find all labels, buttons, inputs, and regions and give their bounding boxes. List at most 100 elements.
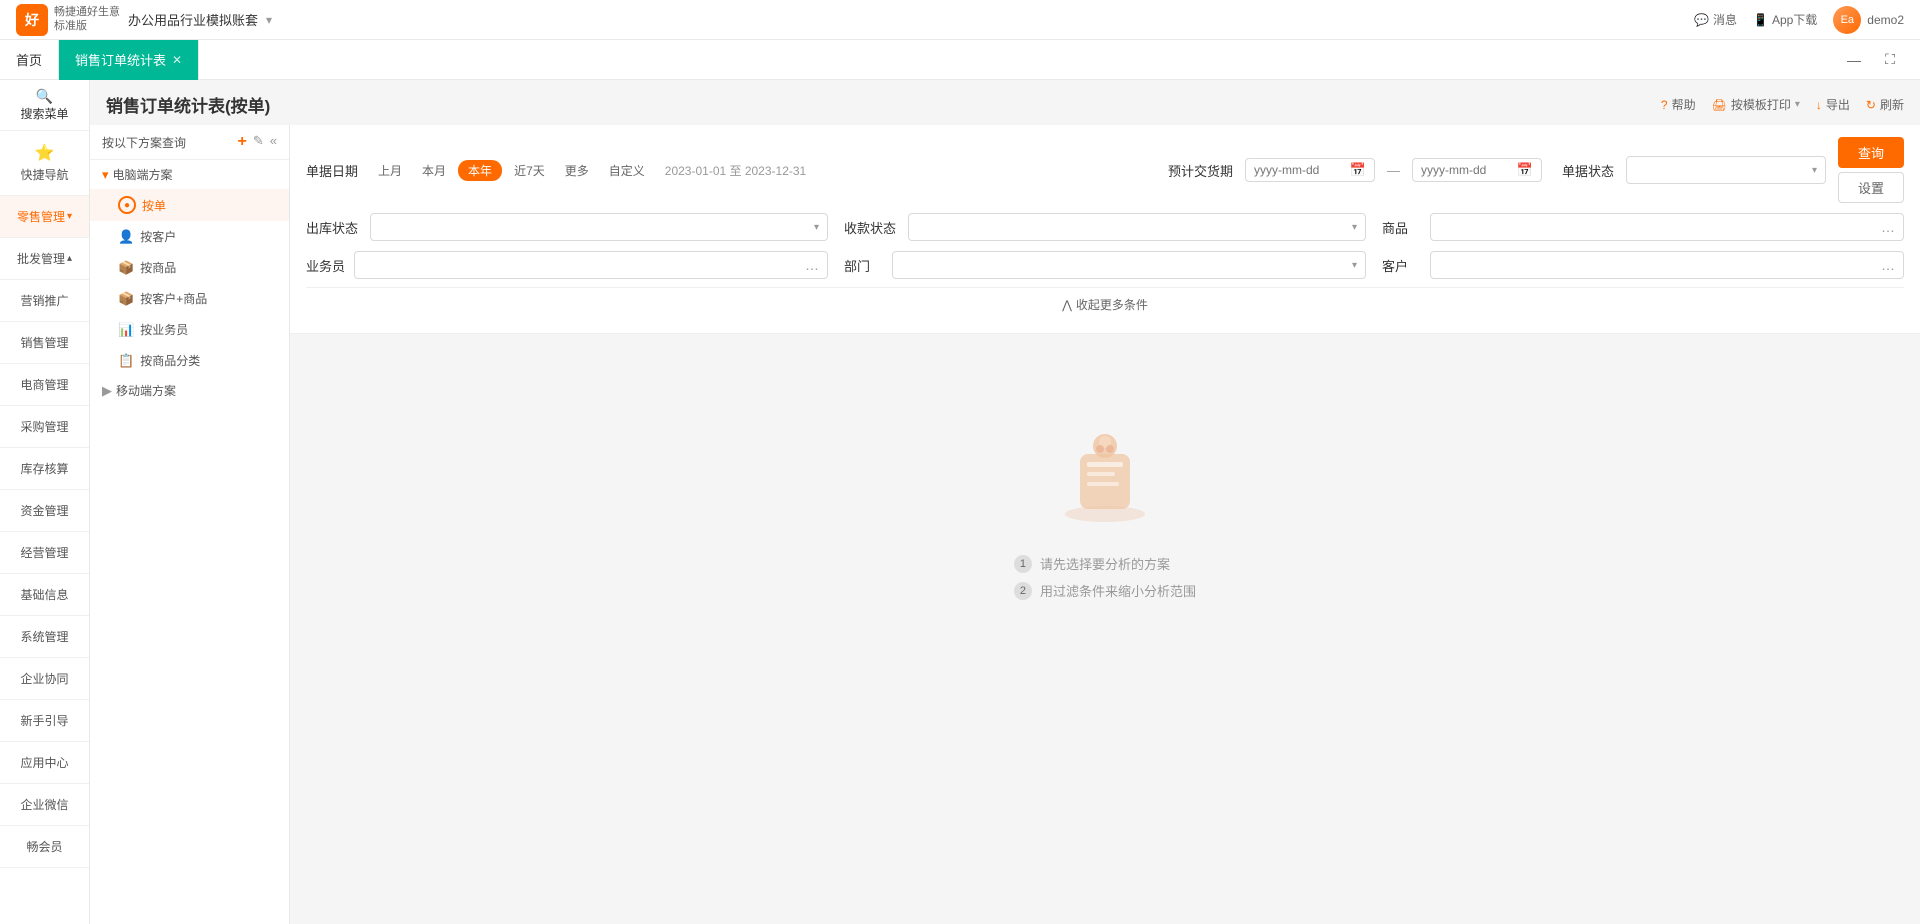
sidebar-item-retail[interactable]: 零售管理 ▾ xyxy=(0,196,89,238)
department-filter: 部门 ▾ xyxy=(844,251,1366,279)
ship-status-select[interactable]: ▾ xyxy=(370,213,828,241)
window-maximize-button[interactable]: ⛶ xyxy=(1876,46,1904,74)
export-button[interactable]: ↓ 导出 xyxy=(1816,96,1850,113)
desktop-group-label: 电脑端方案 xyxy=(113,166,173,183)
department-select[interactable]: ▾ xyxy=(892,251,1366,279)
customer-input[interactable]: … xyxy=(1430,251,1904,279)
query-button[interactable]: 查询 xyxy=(1838,137,1904,168)
add-scheme-button[interactable]: + xyxy=(238,133,247,151)
expected-date-start-input[interactable]: 📅 xyxy=(1245,158,1375,182)
salesperson-label: 业务员 xyxy=(306,256,346,275)
logo-icon: 好 xyxy=(16,4,48,36)
sidebar-item-app-center[interactable]: 应用中心 xyxy=(0,742,89,784)
sidebar-item-enterprise[interactable]: 企业协同 xyxy=(0,658,89,700)
sidebar-item-wechat[interactable]: 企业微信 xyxy=(0,784,89,826)
sidebar-item-wholesale[interactable]: 批发管理 ▴ xyxy=(0,238,89,280)
topbar-left: 好 畅捷通好生意 标准版 办公用品行业模拟账套 ▾ xyxy=(16,4,272,36)
expected-date-start-field[interactable] xyxy=(1254,163,1346,177)
logo-area: 好 畅捷通好生意 标准版 xyxy=(16,4,120,36)
sidebar-item-purchase[interactable]: 采购管理 xyxy=(0,406,89,448)
customer-dots-icon: … xyxy=(1881,257,1895,273)
expected-date-end-field[interactable] xyxy=(1421,163,1513,177)
scheme-item-by-customer-goods[interactable]: 📦 按客户+商品 xyxy=(90,283,289,314)
search-menu-button[interactable]: 🔍 搜索菜单 xyxy=(0,80,89,131)
print-button[interactable]: 🖨 按模板打印 ▾ xyxy=(1712,96,1800,113)
goods-input[interactable]: … xyxy=(1430,213,1904,241)
scheme-item-by-customer[interactable]: 👤 按客户 xyxy=(90,221,289,252)
topbar-right: 💬 消息 📱 App下载 Ea demo2 xyxy=(1694,6,1904,34)
date-quick-buttons: 上月 本月 本年 近7天 更多 自定义 xyxy=(370,160,653,181)
sidebar: 🔍 搜索菜单 ⭐ 快捷导航 零售管理 ▾ 批发管理 ▴ 营销推广 销售管理 电商… xyxy=(0,80,90,924)
window-minimize-button[interactable]: — xyxy=(1840,46,1868,74)
date-filter-label: 单据日期 xyxy=(306,161,358,180)
empty-tips: 1 请先选择要分析的方案 2 用过滤条件来缩小分析范围 xyxy=(1014,554,1196,600)
sidebar-item-member[interactable]: 畅会员 xyxy=(0,826,89,868)
help-button[interactable]: ? 帮助 xyxy=(1661,96,1696,113)
settings-button[interactable]: 设置 xyxy=(1838,172,1904,203)
query-buttons: 查询 设置 xyxy=(1838,137,1904,203)
scheme-item-by-salesperson[interactable]: 📊 按业务员 xyxy=(90,314,289,345)
customer-filter: 客户 … xyxy=(1382,251,1904,279)
print-dropdown-icon[interactable]: ▾ xyxy=(1795,99,1800,110)
sidebar-item-finance[interactable]: 资金管理 xyxy=(0,490,89,532)
sidebar-item-inventory[interactable]: 库存核算 xyxy=(0,448,89,490)
tabbar: 首页 销售订单统计表 ✕ — ⛶ xyxy=(0,40,1920,80)
sidebar-item-operations[interactable]: 经营管理 xyxy=(0,532,89,574)
expected-date-end-input[interactable]: 📅 xyxy=(1412,158,1542,182)
goods-filter: 商品 … xyxy=(1382,213,1904,241)
user-area[interactable]: Ea demo2 xyxy=(1833,6,1904,34)
scheme-item-by-order[interactable]: ● 按单 xyxy=(90,189,289,221)
by-category-label: 按商品分类 xyxy=(140,352,200,369)
filter-row-2: 出库状态 ▾ 收款状态 ▾ xyxy=(306,213,1904,241)
collapse-panel-button[interactable]: « xyxy=(270,133,277,151)
ship-status-arrow-icon: ▾ xyxy=(814,222,819,233)
by-goods-label: 按商品 xyxy=(140,259,176,276)
sidebar-item-system[interactable]: 系统管理 xyxy=(0,616,89,658)
date-last7-button[interactable]: 近7天 xyxy=(506,160,553,181)
collapse-button[interactable]: ⋀ 收起更多条件 xyxy=(1062,296,1148,313)
sidebar-item-ecommerce[interactable]: 电商管理 xyxy=(0,364,89,406)
main-layout: 🔍 搜索菜单 ⭐ 快捷导航 零售管理 ▾ 批发管理 ▴ 营销推广 销售管理 电商… xyxy=(0,80,1920,924)
sidebar-item-sales[interactable]: 销售管理 xyxy=(0,322,89,364)
refresh-button[interactable]: ↻ 刷新 xyxy=(1866,96,1904,113)
filter-row-1: 单据日期 上月 本月 本年 近7天 更多 自定义 2023-01-01 至 20… xyxy=(306,137,1904,203)
date-this-year-button[interactable]: 本年 xyxy=(458,160,502,181)
avatar: Ea xyxy=(1833,6,1861,34)
sidebar-item-shortcut[interactable]: ⭐ 快捷导航 xyxy=(0,131,89,196)
date-more-button[interactable]: 更多 xyxy=(557,160,597,181)
ship-status-filter: 出库状态 ▾ xyxy=(306,213,828,241)
sidebar-item-basic-info[interactable]: 基础信息 xyxy=(0,574,89,616)
by-customer-icon: 👤 xyxy=(118,229,134,245)
sidebar-item-marketing[interactable]: 营销推广 xyxy=(0,280,89,322)
salesperson-filter: 业务员 … xyxy=(306,251,828,279)
tab-close-icon[interactable]: ✕ xyxy=(172,53,182,67)
left-panel: 按以下方案查询 + ✎ « ▾ 电脑端方案 ● 按单 xyxy=(90,125,290,924)
date-custom-button[interactable]: 自定义 xyxy=(601,160,653,181)
desktop-group[interactable]: ▾ 电脑端方案 xyxy=(90,160,289,189)
tab-sales-order[interactable]: 销售订单统计表 ✕ xyxy=(59,40,199,80)
status-select[interactable]: ▾ xyxy=(1626,156,1826,184)
salesperson-input[interactable]: … xyxy=(354,251,828,279)
edit-scheme-button[interactable]: ✎ xyxy=(253,133,264,151)
help-icon: ? xyxy=(1661,98,1668,112)
mobile-group[interactable]: ▶ 移动端方案 xyxy=(90,376,289,405)
payment-status-select[interactable]: ▾ xyxy=(908,213,1366,241)
app-download-button[interactable]: 📱 App下载 xyxy=(1753,11,1817,28)
sidebar-item-guide[interactable]: 新手引导 xyxy=(0,700,89,742)
scheme-item-by-category[interactable]: 📋 按商品分类 xyxy=(90,345,289,376)
tip-num-2: 2 xyxy=(1014,582,1032,600)
wholesale-label: 批发管理 xyxy=(17,250,65,267)
date-this-month-button[interactable]: 本月 xyxy=(414,160,454,181)
empty-tip-2: 2 用过滤条件来缩小分析范围 xyxy=(1014,581,1196,600)
payment-status-filter: 收款状态 ▾ xyxy=(844,213,1366,241)
filter-row-3: 业务员 … 部门 ▾ xyxy=(306,251,1904,279)
dropdown-arrow-icon[interactable]: ▾ xyxy=(266,13,272,27)
collapse-icon: ⋀ xyxy=(1062,298,1072,312)
scheme-item-by-goods[interactable]: 📦 按商品 xyxy=(90,252,289,283)
date-last-month-button[interactable]: 上月 xyxy=(370,160,410,181)
shortcut-icon: ⭐ xyxy=(35,143,55,163)
guide-label: 新手引导 xyxy=(20,712,68,729)
message-button[interactable]: 💬 消息 xyxy=(1694,11,1737,28)
department-arrow-icon: ▾ xyxy=(1352,260,1357,271)
tab-home[interactable]: 首页 xyxy=(0,40,59,80)
